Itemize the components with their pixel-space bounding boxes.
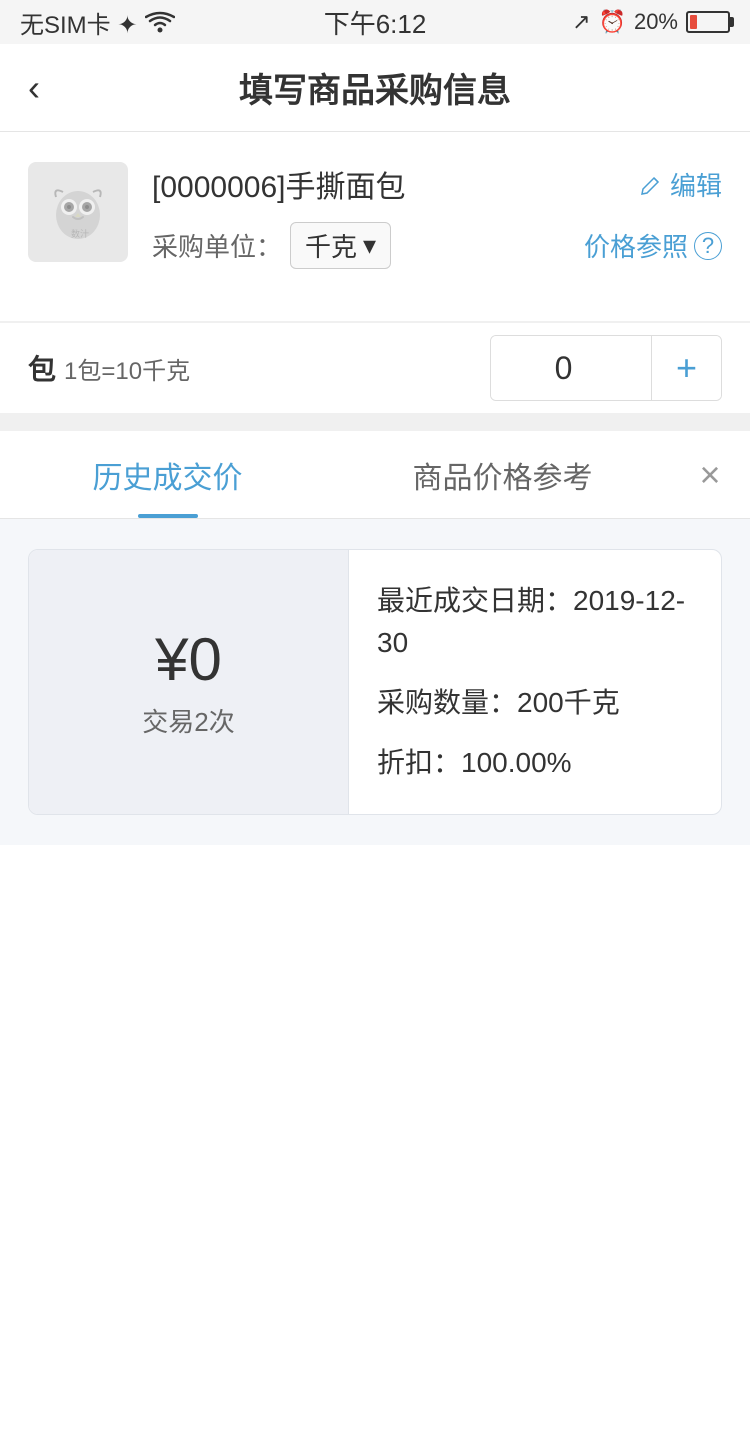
tab-bar: 历史成交价 商品价格参考 ×	[0, 431, 750, 519]
price-right-panel: 最近成交日期：2019-12-30 采购数量：200千克 折扣：100.00%	[349, 550, 721, 814]
content-spacer	[0, 845, 750, 1445]
svg-text:数汁: 数汁	[71, 228, 89, 239]
unit-select-dropdown[interactable]: 千克 ▾	[290, 222, 391, 269]
price-card-area: ¥0 交易2次 最近成交日期：2019-12-30 采购数量：200千克 折扣：…	[0, 519, 750, 845]
price-ref-label: 价格参照	[584, 227, 688, 264]
quantity-plus-button[interactable]: +	[651, 336, 721, 400]
price-card: ¥0 交易2次 最近成交日期：2019-12-30 采购数量：200千克 折扣：…	[28, 549, 722, 815]
unit-value: 千克	[305, 227, 357, 264]
unit-conversion: 1包=10千克	[64, 351, 190, 386]
price-amount: ¥0	[155, 625, 222, 694]
discount-value: 100.00%	[461, 747, 572, 778]
location-icon: ↗	[572, 9, 590, 35]
product-header: 数汁 [0000006]手撕面包 编辑 采购单位：	[28, 162, 722, 269]
edit-button[interactable]: 编辑	[640, 166, 722, 203]
edit-icon	[640, 173, 662, 195]
tab-product-price-reference[interactable]: 商品价格参考	[335, 431, 670, 518]
product-unit-row: 采购单位： 千克 ▾ 价格参照 ?	[152, 222, 722, 269]
product-thumb-inner: 数汁	[28, 162, 128, 262]
page-title: 填写商品采购信息	[239, 63, 511, 112]
quantity-label: 包 1包=10千克	[28, 348, 190, 388]
wifi-icon	[145, 11, 175, 33]
price-reference-button[interactable]: 价格参照 ?	[584, 227, 722, 264]
product-thumbnail: 数汁	[28, 162, 128, 262]
section-divider	[0, 413, 750, 431]
trade-count: 交易2次	[142, 702, 234, 739]
status-right: ↗ ⏰ 20%	[572, 9, 730, 35]
quantity-input[interactable]	[491, 336, 651, 400]
edit-label: 编辑	[670, 166, 722, 203]
battery-icon	[686, 11, 730, 33]
status-left: 无SIM卡 ✦	[20, 5, 175, 40]
unit-label: 采购单位： 千克 ▾	[152, 222, 391, 269]
product-info: [0000006]手撕面包 编辑 采购单位： 千克 ▾	[152, 162, 722, 269]
discount-label: 折扣：	[377, 747, 461, 778]
quantity-section: 包 1包=10千克 +	[0, 323, 750, 413]
carrier-text: 无SIM卡 ✦	[20, 5, 137, 40]
product-card: 数汁 [0000006]手撕面包 编辑 采购单位：	[0, 132, 750, 321]
bottom-panel: 历史成交价 商品价格参考 × ¥0 交易2次 最近成交日期：2019-12-30…	[0, 431, 750, 845]
purchase-qty-label: 采购数量：	[377, 687, 517, 718]
tab-history-price-label: 历史成交价	[93, 453, 243, 497]
recent-date-row: 最近成交日期：2019-12-30	[377, 580, 693, 664]
tab-price-ref-label: 商品价格参考	[413, 453, 593, 497]
price-left-panel: ¥0 交易2次	[29, 550, 349, 814]
status-time: 下午6:12	[324, 4, 427, 41]
unit-name: 包	[28, 348, 56, 388]
nav-bar: ‹ 填写商品采购信息	[0, 44, 750, 132]
back-button[interactable]: ‹	[28, 67, 40, 109]
product-name-row: [0000006]手撕面包 编辑	[152, 162, 722, 206]
unit-label-text: 采购单位：	[152, 227, 282, 264]
dropdown-arrow-icon: ▾	[363, 230, 376, 261]
alarm-icon: ⏰	[599, 9, 626, 35]
battery-percent: 20%	[634, 9, 678, 35]
recent-date-label: 最近成交日期：	[377, 585, 573, 616]
discount-row: 折扣：100.00%	[377, 742, 693, 784]
tab-history-price[interactable]: 历史成交价	[0, 431, 335, 518]
tab-close-button[interactable]: ×	[670, 431, 750, 518]
purchase-qty-value: 200千克	[517, 687, 620, 718]
product-name: [0000006]手撕面包	[152, 162, 405, 206]
purchase-qty-row: 采购数量：200千克	[377, 682, 693, 724]
question-icon: ?	[694, 232, 722, 260]
status-bar: 无SIM卡 ✦ 下午6:12 ↗ ⏰ 20%	[0, 0, 750, 44]
battery-fill	[690, 15, 697, 29]
quantity-controls: +	[490, 335, 722, 401]
product-image-owl: 数汁	[43, 177, 113, 247]
